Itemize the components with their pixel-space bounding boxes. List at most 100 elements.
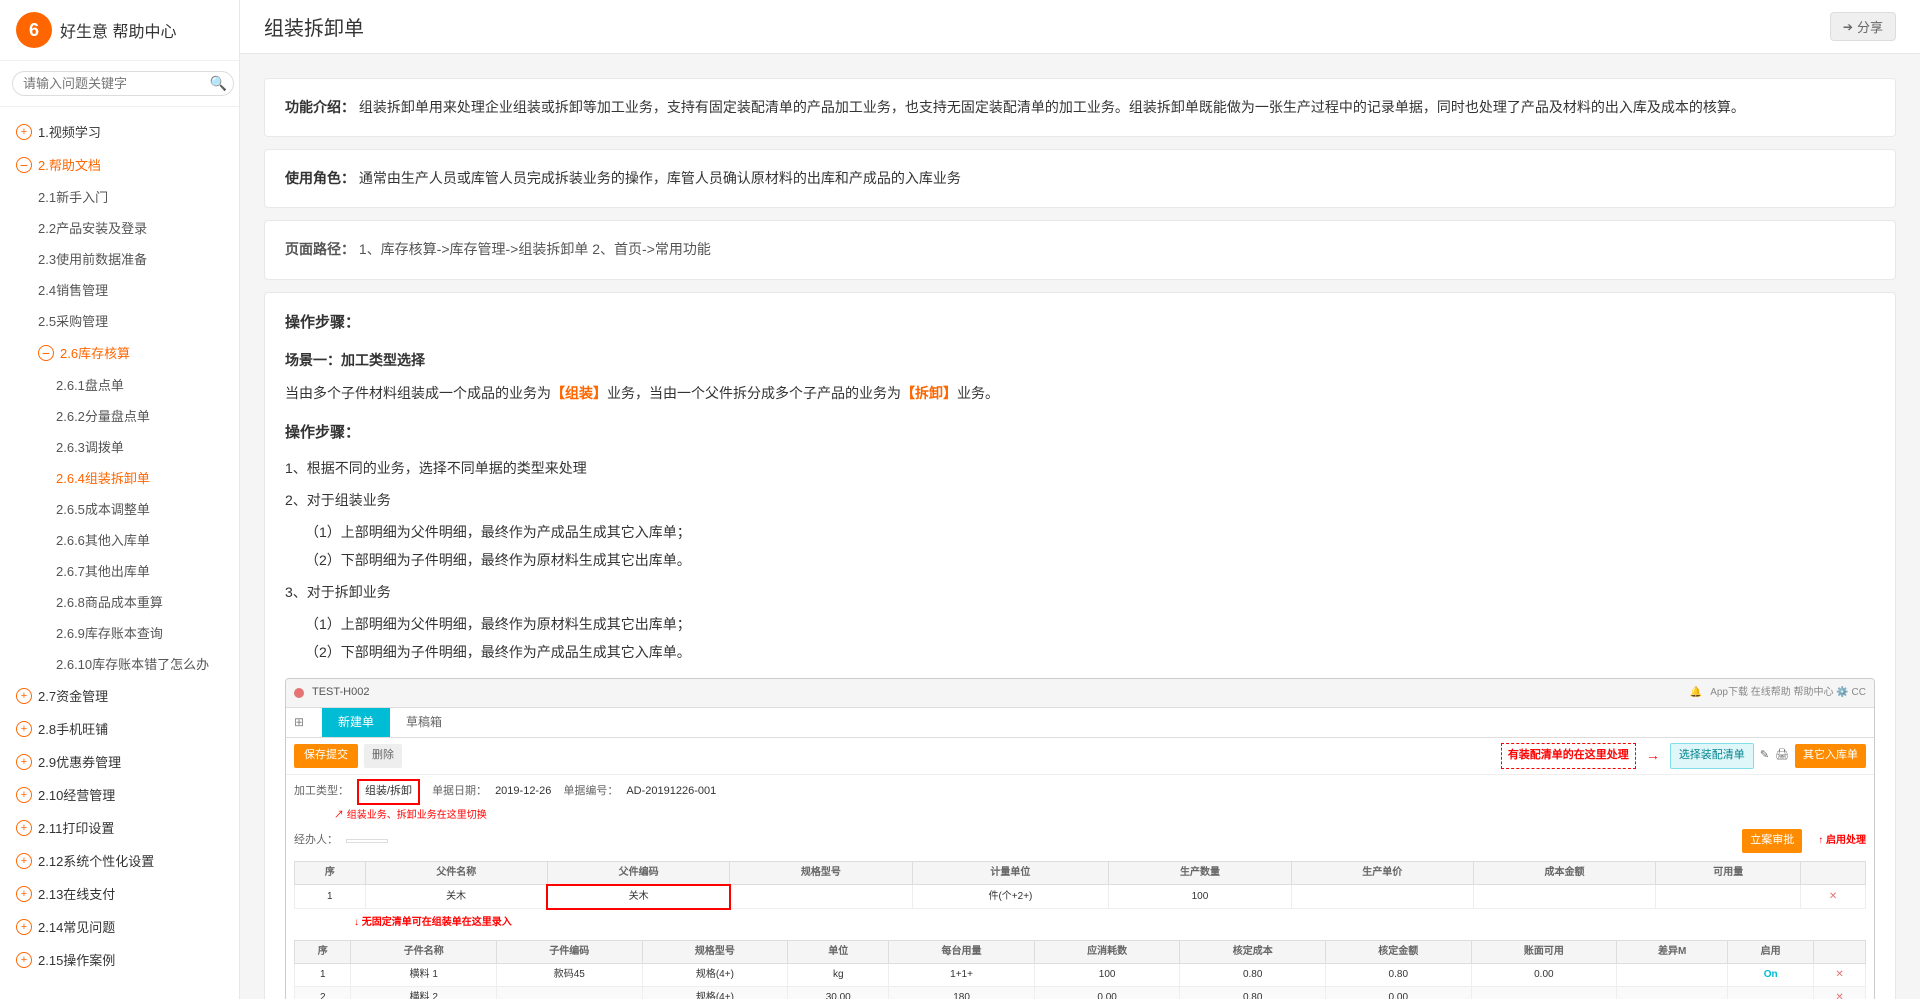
sidebar-item-payment[interactable]: + 2.13在线支付 [0,877,239,910]
intro-text: 组装拆卸单用来处理企业组装或拆卸等加工业务，支持有固定装配清单的产品加工业务，也… [359,99,1745,115]
collapse-icon: − [16,157,32,173]
sc-ltd-diff [1617,963,1728,986]
sc-ltd-spec: 规格(4+) [642,963,788,986]
sidebar-item-costadjust[interactable]: 2.6.5成本调整单 [0,493,239,524]
sc-th-name: 父件名称 [365,861,547,885]
annotation-freeload: ↓ 无固定清单可在组装单在这里录入 [354,917,512,928]
sc-active-tab[interactable]: 新建单 [322,708,390,738]
sidebar-item-purchase[interactable]: 2.5采购管理 [0,305,239,336]
sc-lth-stdamt: 核定金额 [1326,940,1472,963]
sc-ltd-code: 款码45 [497,963,643,986]
path-text: 1、库存核算->库存管理->组装拆卸单 2、首页->常用功能 [359,241,711,257]
sc-th-spec: 规格型号 [730,861,912,885]
sc-ltd-consume: 100 [1034,963,1180,986]
search-icon[interactable]: 🔍 [210,75,227,92]
sidebar-item-dataprep[interactable]: 2.3使用前数据准备 [0,243,239,274]
expand-icon: + [16,787,32,803]
intro-block: 功能介绍： 组装拆卸单用来处理企业组装或拆卸等加工业务，支持有固定装配清单的产品… [264,78,1896,137]
sc-ltd-bookavail: 0.00 [1471,963,1617,986]
expand-icon: + [16,754,32,770]
sc-annotation-row2: ↓ 无固定清单可在组装单在这里录入 [286,912,1874,934]
sidebar-item-costrecalc[interactable]: 2.6.8商品成本重算 [0,586,239,617]
sidebar-item-customization[interactable]: + 2.12系统个性化设置 [0,844,239,877]
sc-draft-label: 草稿箱 [406,712,442,734]
sidebar-item-beginner[interactable]: 2.1新手入门 [0,181,239,212]
sidebar-item-ledger[interactable]: 2.6.9库存账本查询 [0,617,239,648]
sc-lth-op [1814,940,1866,963]
search-box: 🔍 [0,61,239,107]
sidebar-item-inventory[interactable]: − 2.6库存核算 [0,336,239,369]
sidebar-item-video[interactable]: + 1.视频学习 [0,115,239,148]
sc-td-delete[interactable]: ✕ [1801,885,1866,909]
sidebar-item-docs[interactable]: − 2.帮助文档 [0,148,239,181]
arrow-right: → [1646,743,1660,768]
sidebar-item-stocktake[interactable]: 2.6.1盘点单 [0,369,239,400]
sidebar-item-ledgererr[interactable]: 2.6.10库存账本错了怎么办 [0,648,239,679]
search-input[interactable] [12,71,234,96]
sc-handler-input[interactable] [346,839,388,843]
annotation-bom: 有装配清单的在这里处理 [1501,743,1636,769]
sc-ltd-enable: On [1728,963,1814,986]
sc-draft-tab[interactable]: 草稿箱 [390,708,458,738]
sc-toolbar: 保存提交 删除 有装配清单的在这里处理 → 选择装配清单 ✎ 🖨 其它入库单 [286,738,1874,775]
expand-icon: + [16,124,32,140]
sidebar-item-ops[interactable]: + 2.10经营管理 [0,778,239,811]
sidebar-item-faq[interactable]: + 2.14常见问题 [0,910,239,943]
sidebar-item-assembly[interactable]: 2.6.4组装拆卸单 [0,462,239,493]
table-row: 1 关木 关木 件(个+2+) 100 ✕ [295,885,1866,909]
sc-lth-name: 子件名称 [351,940,497,963]
sidebar-item-otherrecv[interactable]: 2.6.6其他入库单 [0,524,239,555]
sc-ltd-name: 横料 1 [351,963,497,986]
expand-icon: + [16,853,32,869]
step2-sub2: （2）下部明细为子件明细，最终作为原材料生成其它出库单。 [305,546,1875,574]
sc-upper-table-container: 序 父件名称 父件编码 规格型号 计量单位 生产数量 生产单价 成本金额 可用量 [286,855,1874,912]
ops-steps-title: 操作步骤： [285,419,1875,446]
sc-lth-perunit: 每台用量 [889,940,1035,963]
sc-cancel-btn[interactable]: 删除 [364,744,402,768]
sc-close-icon [294,688,304,698]
sidebar-item-print[interactable]: + 2.11打印设置 [0,811,239,844]
sidebar-item-install[interactable]: 2.2产品安装及登录 [0,212,239,243]
sc-td-code: 关木 [547,885,729,909]
sc-th-op [1801,861,1866,885]
sc-edit-icon: ✎ [1760,746,1769,766]
sc-other-btn[interactable]: 其它入库单 [1795,744,1866,768]
sc-th-avail: 可用量 [1656,861,1801,885]
table-row: 2 横料 2 规格(4+) 30.00 180 0.00 0.80 0.00 [295,986,1866,999]
sidebar-nav: + 1.视频学习 − 2.帮助文档 2.1新手入门 2.2产品安装及登录 2.3… [0,107,239,999]
share-button[interactable]: ➔ 分享 [1830,12,1896,41]
page-title: 组装拆卸单 [264,12,364,41]
sidebar-item-partstake[interactable]: 2.6.2分量盘点单 [0,400,239,431]
sidebar-item-othership[interactable]: 2.6.7其他出库单 [0,555,239,586]
sc-enable-btn[interactable]: 立案审批 [1742,829,1802,853]
sc-order-label: 单据编号： [563,782,618,802]
sc-type-label: 加工类型： [294,782,349,802]
share-icon: ➔ [1843,20,1853,34]
sc-save-btn[interactable]: 保存提交 [294,744,358,768]
annotation-type-switch: ↗ 组装业务、拆卸业务在这里切换 [334,807,487,825]
role-block: 使用角色： 通常由生产人员或库管人员完成拆装业务的操作，库管人员确认原材料的出库… [264,149,1896,208]
screenshot-container: TEST-H002 🔔 App下载 在线帮助 帮助中心 ⚙️ CC ⊞ 新建单 [285,678,1875,999]
sc-ltd-unit: kg [788,963,889,986]
sidebar-item-label: 2.8手机旺铺 [38,719,108,738]
sidebar-header: 6 好生意 帮助中心 [0,0,239,61]
sc-bom-select-btn[interactable]: 选择装配清单 [1670,743,1754,769]
sc-nav-icons: ⊞ [294,708,322,738]
sidebar-item-label: 2.帮助文档 [38,155,101,174]
sc-lower-table-container: 序 子件名称 子件编码 规格型号 单位 每台用量 应消耗数 核定成本 核定金额 [286,934,1874,999]
sidebar-item-coupon[interactable]: + 2.9优惠券管理 [0,745,239,778]
sc-handler-label: 经办人： [294,831,338,851]
sidebar: 6 好生意 帮助中心 🔍 + 1.视频学习 − 2.帮助文档 2.1新手入门 2… [0,0,240,999]
sidebar-item-sales[interactable]: 2.4销售管理 [0,274,239,305]
sc-ltd-delete[interactable]: ✕ [1814,963,1866,986]
sc-td-price [1291,885,1473,909]
main-content: 组装拆卸单 ➔ 分享 功能介绍： 组装拆卸单用来处理企业组装或拆卸等加工业务，支… [240,0,1920,999]
sc-ltd-perunit: 1+1+ [889,963,1035,986]
sc-home-icon[interactable]: ⊞ [294,712,322,734]
sidebar-item-label: 2.10经营管理 [38,785,115,804]
sidebar-item-transfer[interactable]: 2.6.3调拨单 [0,431,239,462]
sidebar-item-finance[interactable]: + 2.7资金管理 [0,679,239,712]
table-row: 1 横料 1 款码45 规格(4+) kg 1+1+ 100 0.80 0.80 [295,963,1866,986]
sidebar-item-cases[interactable]: + 2.15操作案例 [0,943,239,976]
sidebar-item-mobile[interactable]: + 2.8手机旺铺 [0,712,239,745]
